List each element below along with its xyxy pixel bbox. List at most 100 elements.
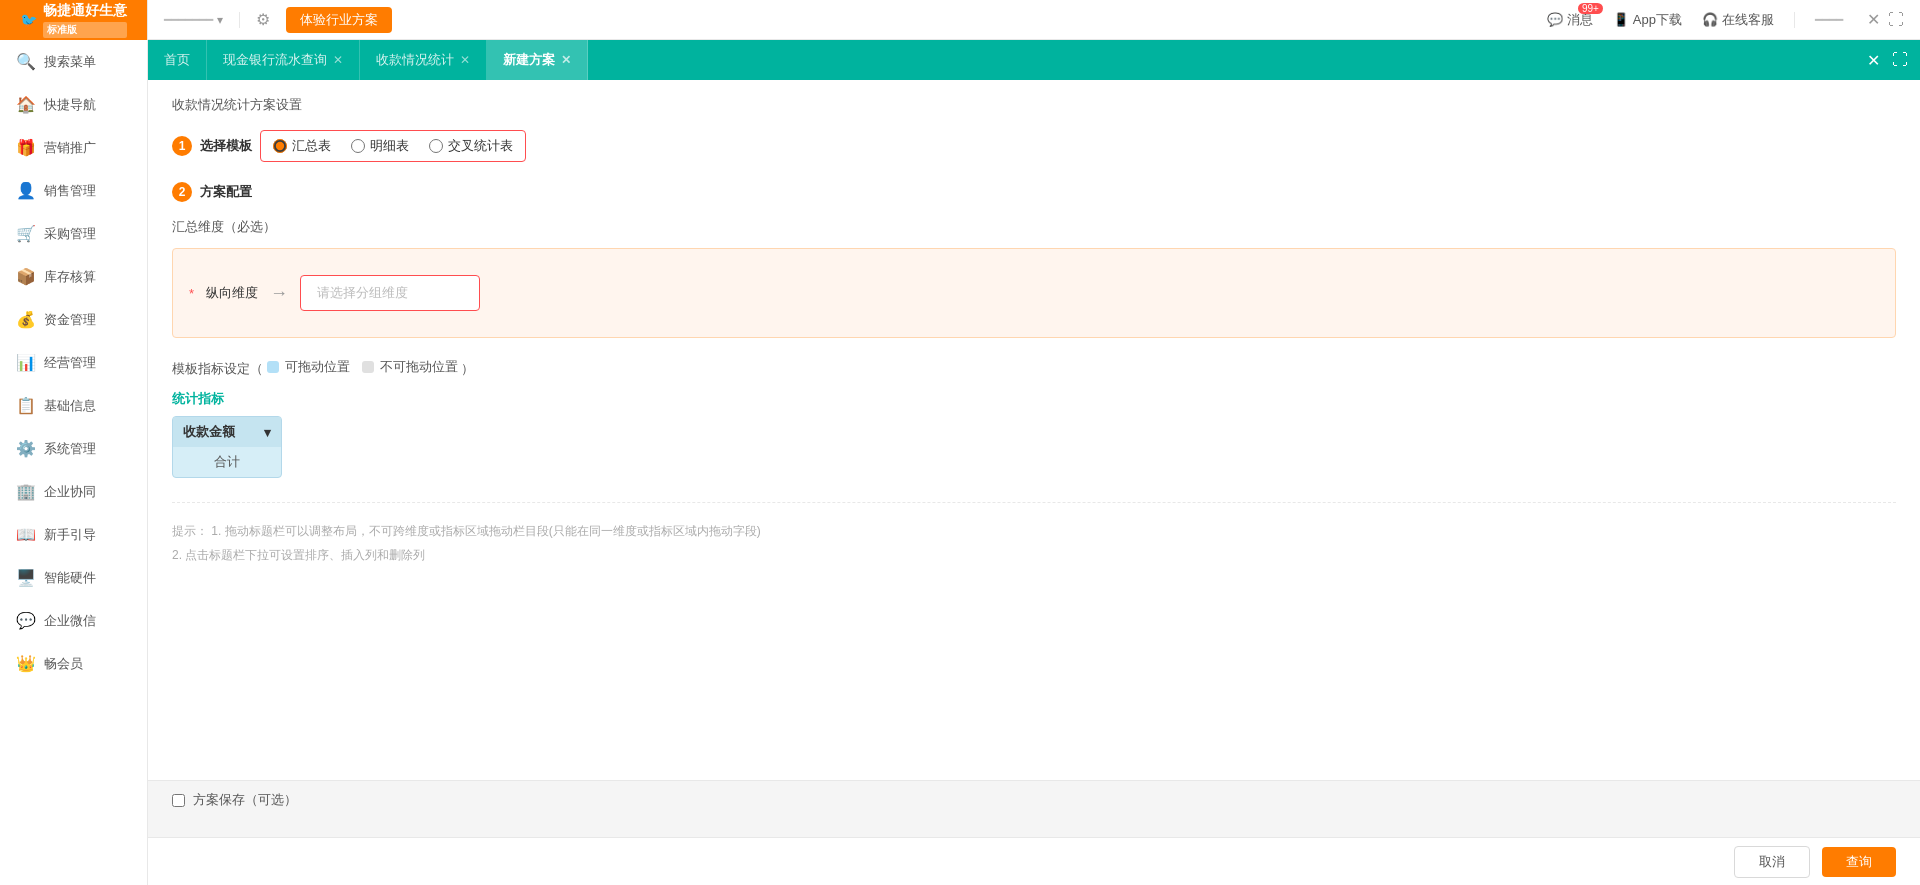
- sidebar-item-purchase[interactable]: 🛒 采购管理: [0, 212, 147, 255]
- online-service-link[interactable]: 🎧 在线客服: [1702, 11, 1774, 29]
- sidebar-item-label: 资金管理: [44, 311, 96, 329]
- tip-text-1: 提示： 1. 拖动标题栏可以调整布局，不可跨维度或指标区域拖动栏目段(只能在同一…: [172, 519, 1896, 543]
- tab-newplan-close[interactable]: ✕: [561, 53, 571, 67]
- sidebar-item-operations[interactable]: 📊 经营管理: [0, 341, 147, 384]
- sidebar-item-quicknav[interactable]: 🏠 快捷导航: [0, 83, 147, 126]
- sidebar-item-search[interactable]: 🔍 搜索菜单: [0, 40, 147, 83]
- building-icon: 🏢: [16, 482, 36, 501]
- message-icon: 💬: [1547, 12, 1563, 27]
- sidebar-item-label: 采购管理: [44, 225, 96, 243]
- sidebar-item-wechat[interactable]: 💬 企业微信: [0, 599, 147, 642]
- header-divider2: [1794, 12, 1795, 28]
- radio-cross-label: 交叉统计表: [448, 137, 513, 155]
- metrics-grid: 收款金额 ▾ 合计: [172, 416, 1896, 478]
- metrics-card-header[interactable]: 收款金额 ▾: [173, 417, 281, 447]
- step2-header: 2 方案配置: [172, 182, 1896, 202]
- dropdown-arrow: ▾: [217, 13, 223, 27]
- radio-summary-input[interactable]: [273, 139, 287, 153]
- step1-title: 选择模板: [200, 137, 252, 155]
- sidebar-item-sales[interactable]: 👤 销售管理: [0, 169, 147, 212]
- save-section: 方案保存（可选）: [148, 780, 1920, 819]
- sidebar-item-label: 系统管理: [44, 440, 96, 458]
- service-icon: 🎧: [1702, 12, 1718, 27]
- tab-newplan-label: 新建方案: [503, 51, 555, 69]
- sidebar-item-funds[interactable]: 💰 资金管理: [0, 298, 147, 341]
- app-download-link[interactable]: 📱 App下载: [1613, 11, 1682, 29]
- footer-bar: 取消 查询: [148, 837, 1920, 885]
- fixed-dot: [362, 361, 374, 373]
- save-checkbox[interactable]: [172, 794, 185, 807]
- close-window-icon[interactable]: ✕: [1867, 10, 1880, 29]
- download-icon: 📱: [1613, 12, 1629, 27]
- metrics-card-body: 合计: [173, 447, 281, 477]
- content-area: 收款情况统计方案设置 1 选择模板 汇总表 明细表: [148, 80, 1920, 837]
- metrics-card-collection: 收款金额 ▾ 合计: [172, 416, 282, 478]
- tab-collection[interactable]: 收款情况统计 ✕: [360, 40, 487, 80]
- dimension-title: 汇总维度（必选）: [172, 218, 1896, 236]
- tab-newplan[interactable]: 新建方案 ✕: [487, 40, 588, 80]
- sidebar-item-hardware[interactable]: 🖥️ 智能硬件: [0, 556, 147, 599]
- dropdown-arrow-icon: ▾: [264, 425, 271, 440]
- save-label: 方案保存（可选）: [193, 791, 297, 809]
- badge-count: 99+: [1578, 3, 1603, 14]
- metrics-grid-label: 统计指标: [172, 390, 1896, 408]
- metrics-label-row: 模板指标设定（ 可拖动位置 不可拖动位置 ）: [172, 358, 1896, 378]
- sidebar-item-newguide[interactable]: 📖 新手引导: [0, 513, 147, 556]
- monitor-icon: 🖥️: [16, 568, 36, 587]
- chart-icon: 📊: [16, 353, 36, 372]
- logo-icon: 🐦: [20, 12, 37, 28]
- workspace-dropdown[interactable]: ━━━━━━━ ▾: [164, 13, 223, 27]
- sidebar-item-label: 新手引导: [44, 526, 96, 544]
- online-service-label: 在线客服: [1722, 11, 1774, 29]
- tips-section: 提示： 1. 拖动标题栏可以调整布局，不可跨维度或指标区域拖动栏目段(只能在同一…: [172, 502, 1896, 567]
- sidebar-item-label: 企业微信: [44, 612, 96, 630]
- sidebar-item-member[interactable]: 👑 畅会员: [0, 642, 147, 685]
- radio-cross[interactable]: 交叉统计表: [429, 137, 513, 155]
- logo-sub: 标准版: [43, 22, 127, 38]
- query-button[interactable]: 查询: [1822, 847, 1896, 877]
- sidebar-item-enterprise[interactable]: 🏢 企业协同: [0, 470, 147, 513]
- home-icon: 🏠: [16, 95, 36, 114]
- metrics-title: 模板指标设定（ 可拖动位置 不可拖动位置 ）: [172, 358, 474, 378]
- tab-cashflow[interactable]: 现金银行流水查询 ✕: [207, 40, 360, 80]
- radio-detail-input[interactable]: [351, 139, 365, 153]
- step1-section: 1 选择模板 汇总表 明细表 交叉统计表: [172, 130, 1896, 162]
- money-icon: 💰: [16, 310, 36, 329]
- tab-collection-close[interactable]: ✕: [460, 53, 470, 67]
- clipboard-icon: 📋: [16, 396, 36, 415]
- tab-expand-icon[interactable]: ⛶: [1892, 51, 1908, 69]
- sidebar-item-system[interactable]: ⚙️ 系统管理: [0, 427, 147, 470]
- top-header: ━━━━━━━ ▾ ⚙ 体验行业方案 💬 消息 99+ 📱 App下载 🎧 在线…: [148, 0, 1920, 40]
- trial-button[interactable]: 体验行业方案: [286, 7, 392, 33]
- step1-header: 1 选择模板 汇总表 明细表 交叉统计表: [172, 130, 1896, 162]
- gift-icon: 🎁: [16, 138, 36, 157]
- sidebar: 🐦 畅捷通好生意 标准版 🔍 搜索菜单 🏠 快捷导航 🎁 营销推广 👤 销售管理…: [0, 0, 148, 885]
- fixed-label: 不可拖动位置: [380, 358, 458, 376]
- logo-text: 畅捷通好生意: [43, 2, 127, 20]
- sidebar-item-inventory[interactable]: 📦 库存核算: [0, 255, 147, 298]
- radio-summary[interactable]: 汇总表: [273, 137, 331, 155]
- tab-close-icon[interactable]: ✕: [1867, 51, 1880, 70]
- radio-cross-input[interactable]: [429, 139, 443, 153]
- cart-icon: 🛒: [16, 224, 36, 243]
- step2-section: 2 方案配置 汇总维度（必选） * 纵向维度 → 请选择分组维度: [172, 182, 1896, 567]
- radio-detail[interactable]: 明细表: [351, 137, 409, 155]
- tab-cashflow-close[interactable]: ✕: [333, 53, 343, 67]
- dimension-row: * 纵向维度 → 请选择分组维度: [189, 275, 480, 311]
- person-icon: 👤: [16, 181, 36, 200]
- required-mark: *: [189, 286, 194, 301]
- maximize-window-icon[interactable]: ⛶: [1888, 11, 1904, 29]
- step2-number: 2: [172, 182, 192, 202]
- vertical-dimension-label: 纵向维度: [206, 284, 258, 302]
- sidebar-item-basic[interactable]: 📋 基础信息: [0, 384, 147, 427]
- settings-icon[interactable]: ⚙: [256, 10, 270, 29]
- sidebar-item-label: 销售管理: [44, 182, 96, 200]
- radio-detail-label: 明细表: [370, 137, 409, 155]
- tab-home[interactable]: 首页: [148, 40, 207, 80]
- message-badge[interactable]: 💬 消息 99+: [1547, 11, 1593, 29]
- dimension-select[interactable]: 请选择分组维度: [300, 275, 480, 311]
- cancel-button[interactable]: 取消: [1734, 846, 1810, 878]
- gear-icon: ⚙️: [16, 439, 36, 458]
- dimension-area: * 纵向维度 → 请选择分组维度: [172, 248, 1896, 338]
- sidebar-item-marketing[interactable]: 🎁 营销推广: [0, 126, 147, 169]
